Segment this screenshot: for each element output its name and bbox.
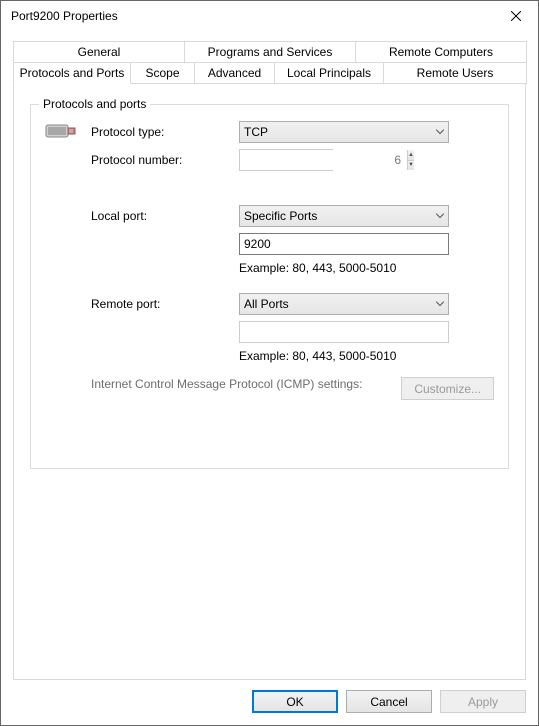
spinner-protocol-number[interactable]: ▲▼ xyxy=(239,149,333,171)
tab-programs-and-services[interactable]: Programs and Services xyxy=(184,41,356,63)
groupbox-protocols: Protocols and ports Protocol type: xyxy=(30,104,509,469)
label-protocol-type: Protocol type: xyxy=(91,125,239,139)
cancel-button[interactable]: Cancel xyxy=(346,690,432,713)
combo-protocol-type[interactable]: TCP xyxy=(239,121,449,143)
close-icon xyxy=(511,11,521,21)
titlebar: Port9200 Properties xyxy=(1,1,538,31)
tab-general[interactable]: General xyxy=(13,41,185,63)
client-area: General Programs and Services Remote Com… xyxy=(1,31,538,725)
spinner-down-icon[interactable]: ▼ xyxy=(408,161,414,171)
spinner-up-icon[interactable]: ▲ xyxy=(408,150,414,161)
spinner-protocol-number-value xyxy=(240,150,407,170)
combo-local-port-value: Specific Ports xyxy=(244,209,317,223)
tab-local-principals[interactable]: Local Principals xyxy=(274,62,384,84)
combo-remote-port-value: All Ports xyxy=(244,297,289,311)
hint-remote-port: Example: 80, 443, 5000-5010 xyxy=(239,349,449,363)
combo-protocol-type-value: TCP xyxy=(244,125,268,139)
tab-panel-protocols: Protocols and ports Protocol type: xyxy=(13,84,526,680)
chevron-down-icon xyxy=(436,302,444,307)
close-button[interactable] xyxy=(493,1,538,31)
label-remote-port: Remote port: xyxy=(91,297,239,311)
hint-local-port: Example: 80, 443, 5000-5010 xyxy=(239,261,449,275)
tab-remote-users[interactable]: Remote Users xyxy=(383,62,527,84)
dialog-button-bar: OK Cancel Apply xyxy=(13,680,526,713)
ok-button[interactable]: OK xyxy=(252,690,338,713)
properties-window: Port9200 Properties General Programs and… xyxy=(0,0,539,726)
combo-local-port[interactable]: Specific Ports xyxy=(239,205,449,227)
groupbox-title: Protocols and ports xyxy=(39,97,150,111)
apply-button: Apply xyxy=(440,690,526,713)
label-icmp-settings: Internet Control Message Protocol (ICMP)… xyxy=(91,377,401,393)
tab-scope[interactable]: Scope xyxy=(130,62,195,84)
tab-remote-computers[interactable]: Remote Computers xyxy=(355,41,527,63)
network-adapter-icon xyxy=(45,121,77,143)
tab-advanced[interactable]: Advanced xyxy=(194,62,275,84)
label-local-port: Local port: xyxy=(91,209,239,223)
tab-strip: General Programs and Services Remote Com… xyxy=(13,41,526,84)
combo-remote-port[interactable]: All Ports xyxy=(239,293,449,315)
tab-protocols-and-ports[interactable]: Protocols and Ports xyxy=(13,62,131,84)
label-protocol-number: Protocol number: xyxy=(91,153,239,167)
chevron-down-icon xyxy=(436,130,444,135)
chevron-down-icon xyxy=(436,214,444,219)
button-customize: Customize... xyxy=(401,377,494,400)
input-remote-port xyxy=(239,321,449,343)
window-title: Port9200 Properties xyxy=(11,9,493,23)
input-local-port[interactable] xyxy=(239,233,449,255)
